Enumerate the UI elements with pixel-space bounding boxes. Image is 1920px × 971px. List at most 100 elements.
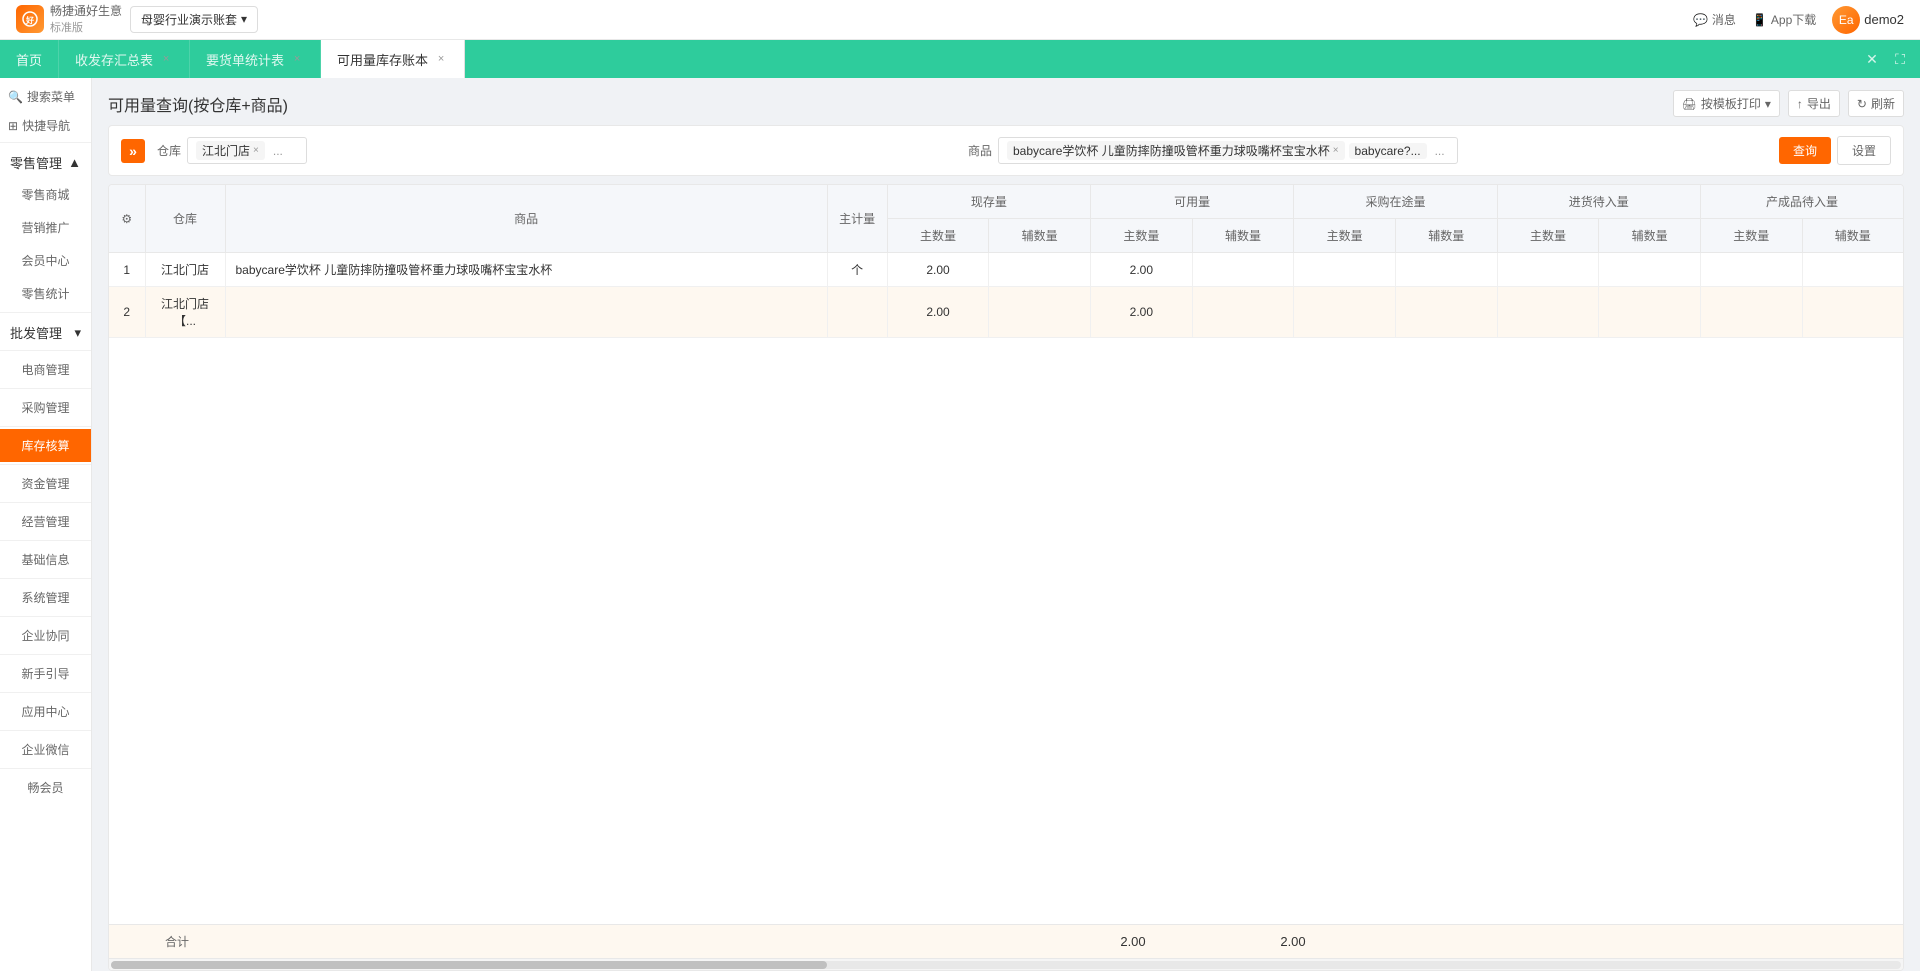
cell-warehouse: 江北门店: [145, 253, 225, 287]
sidebar-divider-13: [0, 730, 91, 731]
cell-purchase-main: [1294, 253, 1396, 287]
tab-purchase-stats-close[interactable]: ×: [290, 52, 304, 66]
sidebar-item-purchase[interactable]: 采购管理: [0, 391, 91, 424]
sidebar-divider-8: [0, 540, 91, 541]
footer-label: 合计: [155, 933, 199, 950]
scrollbar-thumb[interactable]: [111, 961, 827, 969]
product-tag-1: babycare学饮杯 儿童防摔防撞吸管杯重力球吸嘴杯宝宝水杯 ×: [1007, 141, 1345, 160]
tab-home[interactable]: 首页: [0, 40, 59, 78]
cell-purchase-aux: [1395, 253, 1497, 287]
sidebar-item-ecommerce[interactable]: 电商管理: [0, 353, 91, 386]
th-warehouse: 仓库: [145, 185, 225, 253]
industry-selector[interactable]: 母婴行业演示账套 ▾: [130, 6, 258, 33]
product-input[interactable]: babycare学饮杯 儿童防摔防撞吸管杯重力球吸嘴杯宝宝水杯 × babyca…: [998, 137, 1458, 164]
cell-prod-main: [1700, 287, 1802, 338]
tab-income-expense-close[interactable]: ×: [159, 52, 173, 66]
table-footer: 合计 2.00 2.00: [109, 924, 1903, 958]
refresh-btn[interactable]: ↻ 刷新: [1848, 90, 1904, 117]
sidebar-item-guide[interactable]: 新手引导: [0, 657, 91, 690]
table-row: 2 江北门店【... 2.00 2.00: [109, 287, 1903, 338]
sidebar-group-retail[interactable]: 零售管理 ▲: [0, 145, 91, 178]
export-btn[interactable]: ↑ 导出: [1788, 90, 1840, 117]
sidebar-search[interactable]: 🔍 搜索菜单: [0, 78, 91, 111]
tab-available-stock[interactable]: 可用量库存账本 ×: [321, 40, 465, 78]
tab-maximize-btn[interactable]: ⛶: [1888, 47, 1912, 71]
cell-main-unit: 个: [827, 253, 887, 287]
sidebar-item-wechat-work[interactable]: 企业微信: [0, 733, 91, 766]
cell-warehouse: 江北门店【...: [145, 287, 225, 338]
footer-avail-main: 2.00: [1253, 934, 1333, 949]
scrollbar-bar[interactable]: [109, 958, 1903, 970]
cell-purchase-aux: [1395, 287, 1497, 338]
header-left: 好 畅捷通好生意 标准版 母婴行业演示账套 ▾: [16, 4, 258, 34]
user-area[interactable]: Ea demo2: [1832, 6, 1904, 34]
message-icon: 💬: [1693, 13, 1708, 27]
th-production-pending: 产成品待入量: [1700, 185, 1903, 219]
sidebar-item-finance[interactable]: 资金管理: [0, 467, 91, 500]
cell-avail-main: 2.00: [1091, 253, 1193, 287]
sidebar-item-apps[interactable]: 应用中心: [0, 695, 91, 728]
cell-avail-main: 2.00: [1091, 287, 1193, 338]
tab-income-expense[interactable]: 收发存汇总表 ×: [59, 40, 190, 78]
sidebar-item-retail-stats[interactable]: 零售统计: [0, 277, 91, 310]
wholesale-label: 批发管理: [10, 323, 62, 342]
tab-purchase-stats[interactable]: 要货单统计表 ×: [190, 40, 321, 78]
warehouse-ellipsis[interactable]: ...: [269, 144, 287, 158]
tab-close-all-btn[interactable]: ✕: [1860, 47, 1884, 71]
warehouse-input[interactable]: 江北门店 × ...: [187, 137, 307, 164]
cell-stock-main: 2.00: [887, 253, 989, 287]
th-stock-aux-qty: 辅数量: [989, 219, 1091, 253]
sidebar-item-marketing[interactable]: 营销推广: [0, 211, 91, 244]
page-title: 可用量查询(按仓库+商品): [108, 92, 288, 116]
industry-label: 母婴行业演示账套: [141, 11, 237, 28]
cell-main-unit: [827, 287, 887, 338]
settings-icon[interactable]: ⚙: [121, 212, 132, 226]
warehouse-filter: 仓库 江北门店 × ...: [157, 137, 956, 164]
sidebar-item-system[interactable]: 系统管理: [0, 581, 91, 614]
message-btn[interactable]: 💬 消息: [1693, 11, 1736, 28]
cell-import-aux: [1599, 287, 1701, 338]
tab-available-stock-close[interactable]: ×: [434, 52, 448, 66]
cell-import-main: [1497, 253, 1599, 287]
cell-stock-main: 2.00: [887, 287, 989, 338]
tab-income-expense-label: 收发存汇总表: [75, 50, 153, 69]
settings-btn[interactable]: 设置: [1837, 136, 1891, 165]
template-print-btn[interactable]: 🖨 按模板打印 ▾: [1673, 90, 1780, 117]
sidebar-item-operations[interactable]: 经营管理: [0, 505, 91, 538]
filter-bar: » 仓库 江北门店 × ... 商品 babycare学饮杯 儿童防摔防撞吸管杯…: [108, 125, 1904, 176]
app-download-btn[interactable]: 📱 App下载: [1752, 11, 1816, 28]
sidebar-quick-nav[interactable]: ⊞ 快捷导航: [0, 111, 91, 140]
sidebar-group-wholesale[interactable]: 批发管理 ▾: [0, 315, 91, 348]
sidebar-item-members[interactable]: 会员中心: [0, 244, 91, 277]
product-tag-1-close[interactable]: ×: [1333, 145, 1339, 156]
sidebar-item-retail-shop[interactable]: 零售商城: [0, 178, 91, 211]
th-main-unit: 主计量: [827, 185, 887, 253]
data-table: ⚙ 仓库 商品 主计量 现存量: [109, 185, 1903, 338]
scrollbar-track[interactable]: [111, 961, 1901, 969]
sidebar-divider-14: [0, 768, 91, 769]
cell-product: [225, 287, 827, 338]
table-scroll[interactable]: ⚙ 仓库 商品 主计量 现存量: [109, 185, 1903, 924]
sidebar-divider-4: [0, 388, 91, 389]
sidebar-item-inventory[interactable]: 库存核算: [0, 429, 91, 462]
cell-avail-aux: [1192, 253, 1294, 287]
th-available: 可用量: [1091, 185, 1294, 219]
warehouse-tag: 江北门店 ×: [196, 141, 265, 160]
svg-text:好: 好: [25, 15, 34, 25]
page-actions: 🖨 按模板打印 ▾ ↑ 导出 ↻ 刷新: [1673, 90, 1904, 117]
query-btn[interactable]: 查询: [1779, 137, 1831, 164]
th-import-main-qty: 主数量: [1497, 219, 1599, 253]
filter-expand-btn[interactable]: »: [121, 139, 145, 163]
th-avail-main-qty: 主数量: [1091, 219, 1193, 253]
cell-product: babycare学饮杯 儿童防摔防撞吸管杯重力球吸嘴杯宝宝水杯: [225, 253, 827, 287]
main-layout: 🔍 搜索菜单 ⊞ 快捷导航 零售管理 ▲ 零售商城 营销推广 会员中心 零售统计…: [0, 78, 1920, 971]
sidebar-item-chang-member[interactable]: 畅会员: [0, 771, 91, 804]
sidebar-item-basic-info[interactable]: 基础信息: [0, 543, 91, 576]
search-icon: 🔍: [8, 90, 23, 104]
filter-actions: 查询 设置: [1779, 136, 1891, 165]
page-header: 可用量查询(按仓库+商品) 🖨 按模板打印 ▾ ↑ 导出 ↻ 刷新: [92, 78, 1920, 125]
phone-icon: 📱: [1752, 13, 1767, 27]
warehouse-tag-close[interactable]: ×: [253, 145, 259, 156]
sidebar-item-enterprise[interactable]: 企业协同: [0, 619, 91, 652]
product-ellipsis[interactable]: ...: [1431, 144, 1449, 158]
